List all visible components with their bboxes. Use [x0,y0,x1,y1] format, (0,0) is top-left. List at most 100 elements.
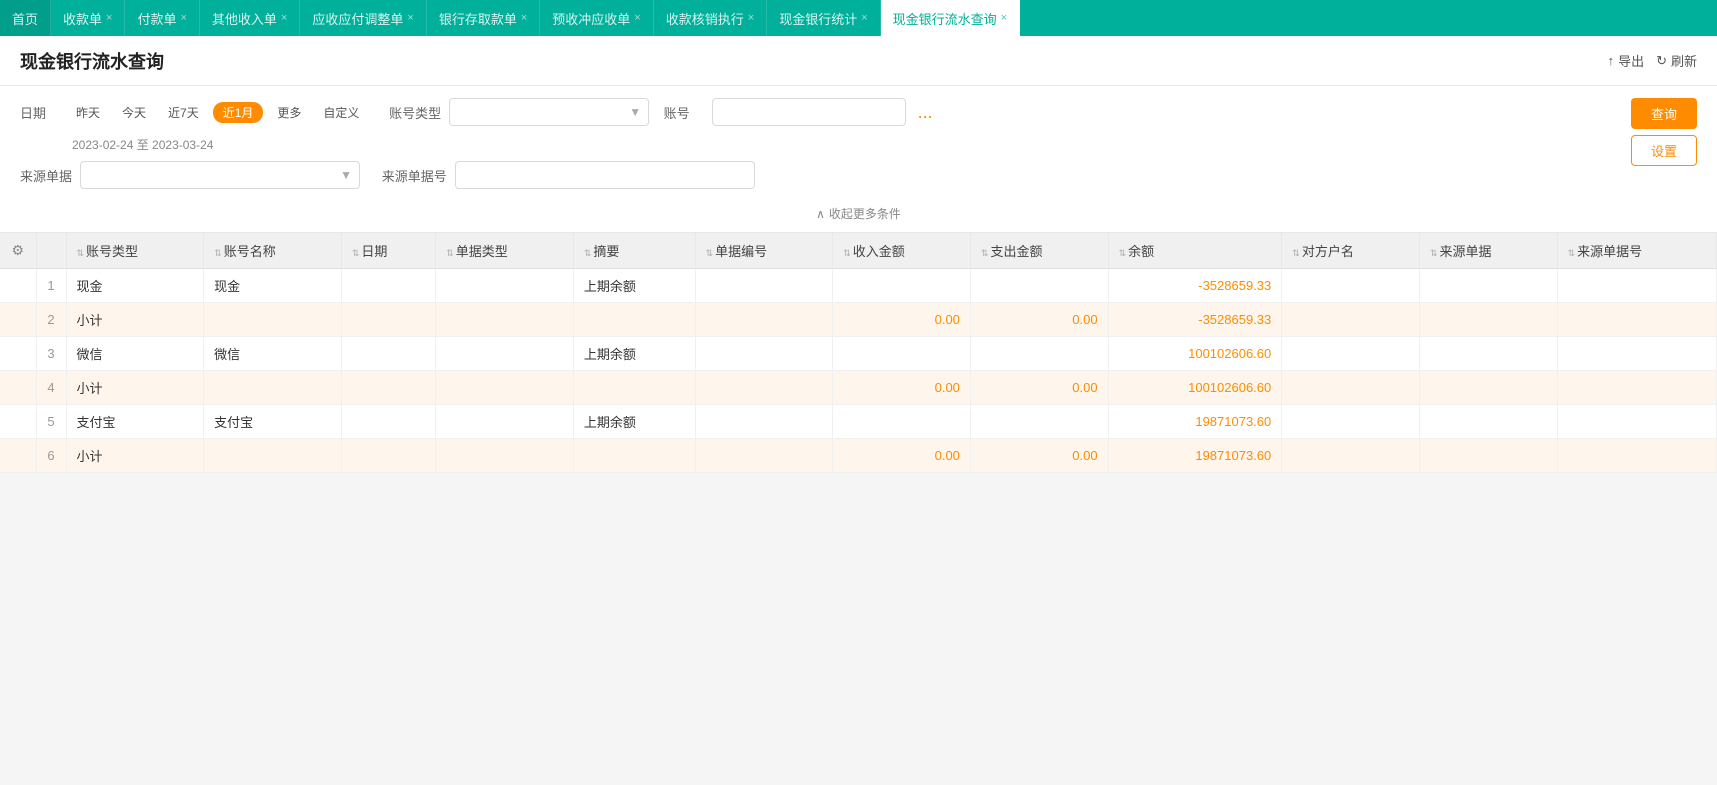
nav-tab-label: 现金银行统计 [779,9,857,28]
date-btn-7days[interactable]: 近7天 [160,102,207,123]
nav-tab-label: 付款单 [137,9,176,28]
source-doc-select[interactable] [80,161,360,189]
nav-tab-advance[interactable]: 预收冲应收单× [540,0,653,36]
col-account-name: ⇅账号名称 [204,233,342,269]
cell-balance: -3528659.33 [1108,269,1282,303]
account-type-select[interactable] [449,98,649,126]
col-settings: ⚙ [0,233,36,269]
cell-doc-type [436,303,574,337]
cell-income [833,269,971,303]
cell-expense: 0.00 [970,371,1108,405]
refresh-icon: ↻ [1656,53,1667,69]
tab-close-icon[interactable]: × [106,12,112,24]
query-button[interactable]: 查询 [1631,98,1697,129]
tab-close-icon[interactable]: × [407,12,413,24]
cell-summary: 上期余额 [573,337,695,371]
refresh-button[interactable]: ↻ 刷新 [1656,51,1697,70]
source-doc-no-input[interactable] [455,161,755,189]
nav-tab-home[interactable]: 首页 [0,0,51,36]
export-button[interactable]: ↑ 导出 [1608,51,1645,70]
tab-close-icon[interactable]: × [861,12,867,24]
cell-summary [573,371,695,405]
source-doc-label: 来源单据 [20,166,72,185]
settings-button[interactable]: 设置 [1631,135,1697,166]
collapse-bar[interactable]: ∧ 收起更多条件 [20,199,1697,226]
cell-num: 5 [36,405,66,439]
col-doc-type: ⇅单据类型 [436,233,574,269]
cell-settings [0,303,36,337]
cell-settings [0,439,36,473]
col-doc-no: ⇅单据编号 [695,233,833,269]
filter-area: 日期 昨天 今天 近7天 近1月 更多 自定义 账号类型 ▼ [0,86,1717,233]
date-btn-1month[interactable]: 近1月 [213,102,264,123]
col-expense: ⇅支出金额 [970,233,1108,269]
cell-income: 0.00 [833,371,971,405]
tab-close-icon[interactable]: × [281,12,287,24]
sort-icon: ⇅ [214,248,222,258]
nav-tab-verify[interactable]: 收款核销执行× [654,0,767,36]
tab-close-icon[interactable]: × [1001,12,1007,24]
cell-account-name: 微信 [204,337,342,371]
col-date: ⇅日期 [341,233,435,269]
cell-balance: 100102606.60 [1108,371,1282,405]
tab-close-icon[interactable]: × [180,12,186,24]
tab-close-icon[interactable]: × [521,12,527,24]
nav-tab-other-income[interactable]: 其他收入单 × [200,0,300,36]
cell-account-type: 小计 [66,371,204,405]
nav-tab-bank-stat[interactable]: 现金银行统计 × [767,0,880,36]
source-doc-no-label: 来源单据号 [382,166,447,185]
col-source-doc: ⇅来源单据 [1419,233,1557,269]
nav-tab-bank-deposit[interactable]: 银行存取款单× [427,0,540,36]
nav-tab-bank-flow[interactable]: 现金银行流水查询× [881,0,1020,36]
cell-doc-type [436,269,574,303]
table-body: 1 现金 现金 上期余额 -3528659.33 2 小计 0.00 0.00 … [0,269,1717,473]
tab-close-icon[interactable]: × [634,12,640,24]
table-row: 3 微信 微信 上期余额 100102606.60 [0,337,1717,371]
cell-account-name [204,371,342,405]
cell-counterpart [1282,337,1420,371]
cell-counterpart [1282,269,1420,303]
table-container: ⚙ ⇅账号类型 ⇅账号名称 ⇅日期 ⇅单据类型 ⇅摘要 [0,233,1717,473]
cell-account-type: 小计 [66,303,204,337]
cell-num: 1 [36,269,66,303]
cell-date [341,439,435,473]
nav-tab-payment[interactable]: 付款单 × [125,0,199,36]
cell-summary [573,439,695,473]
nav-tab-adjust[interactable]: 应收应付调整单 × [300,0,426,36]
cell-expense: 0.00 [970,439,1108,473]
cell-source-doc [1419,337,1557,371]
gear-icon[interactable]: ⚙ [11,242,24,258]
date-btn-today[interactable]: 今天 [114,102,154,123]
date-btn-custom[interactable]: 自定义 [315,102,367,123]
cell-source-doc-no [1557,337,1716,371]
top-navigation: 首页收款单×付款单×其他收入单×应收应付调整单×银行存取款单×预收冲应收单×收款… [0,0,1717,36]
tab-close-icon[interactable]: × [748,12,754,24]
cell-income: 0.00 [833,303,971,337]
nav-tab-label: 其他收入单 [212,9,277,28]
cell-date [341,405,435,439]
date-btn-yesterday[interactable]: 昨天 [68,102,108,123]
cell-expense [970,269,1108,303]
cell-source-doc [1419,371,1557,405]
sort-icon: ⇅ [77,248,85,258]
nav-tab-label: 应收应付调整单 [312,9,403,28]
cell-doc-type [436,439,574,473]
cell-account-name: 现金 [204,269,342,303]
col-source-doc-no: ⇅来源单据号 [1557,233,1716,269]
filter-row-1: 日期 昨天 今天 近7天 近1月 更多 自定义 账号类型 ▼ [20,98,1631,126]
table-row: 5 支付宝 支付宝 上期余额 19871073.60 [0,405,1717,439]
cell-date [341,269,435,303]
account-input[interactable] [712,98,906,126]
cell-expense: 0.00 [970,303,1108,337]
nav-tab-label: 收款单 [63,9,102,28]
cell-balance: 100102606.60 [1108,337,1282,371]
nav-tab-receive[interactable]: 收款单 × [51,0,125,36]
cell-date [341,303,435,337]
sort-icon: ⇅ [1430,248,1438,258]
cell-income [833,337,971,371]
cell-settings [0,337,36,371]
date-btn-more[interactable]: 更多 [269,102,309,123]
dots-button[interactable]: ... [914,102,937,123]
cell-source-doc-no [1557,405,1716,439]
collapse-label: 收起更多条件 [829,205,901,222]
